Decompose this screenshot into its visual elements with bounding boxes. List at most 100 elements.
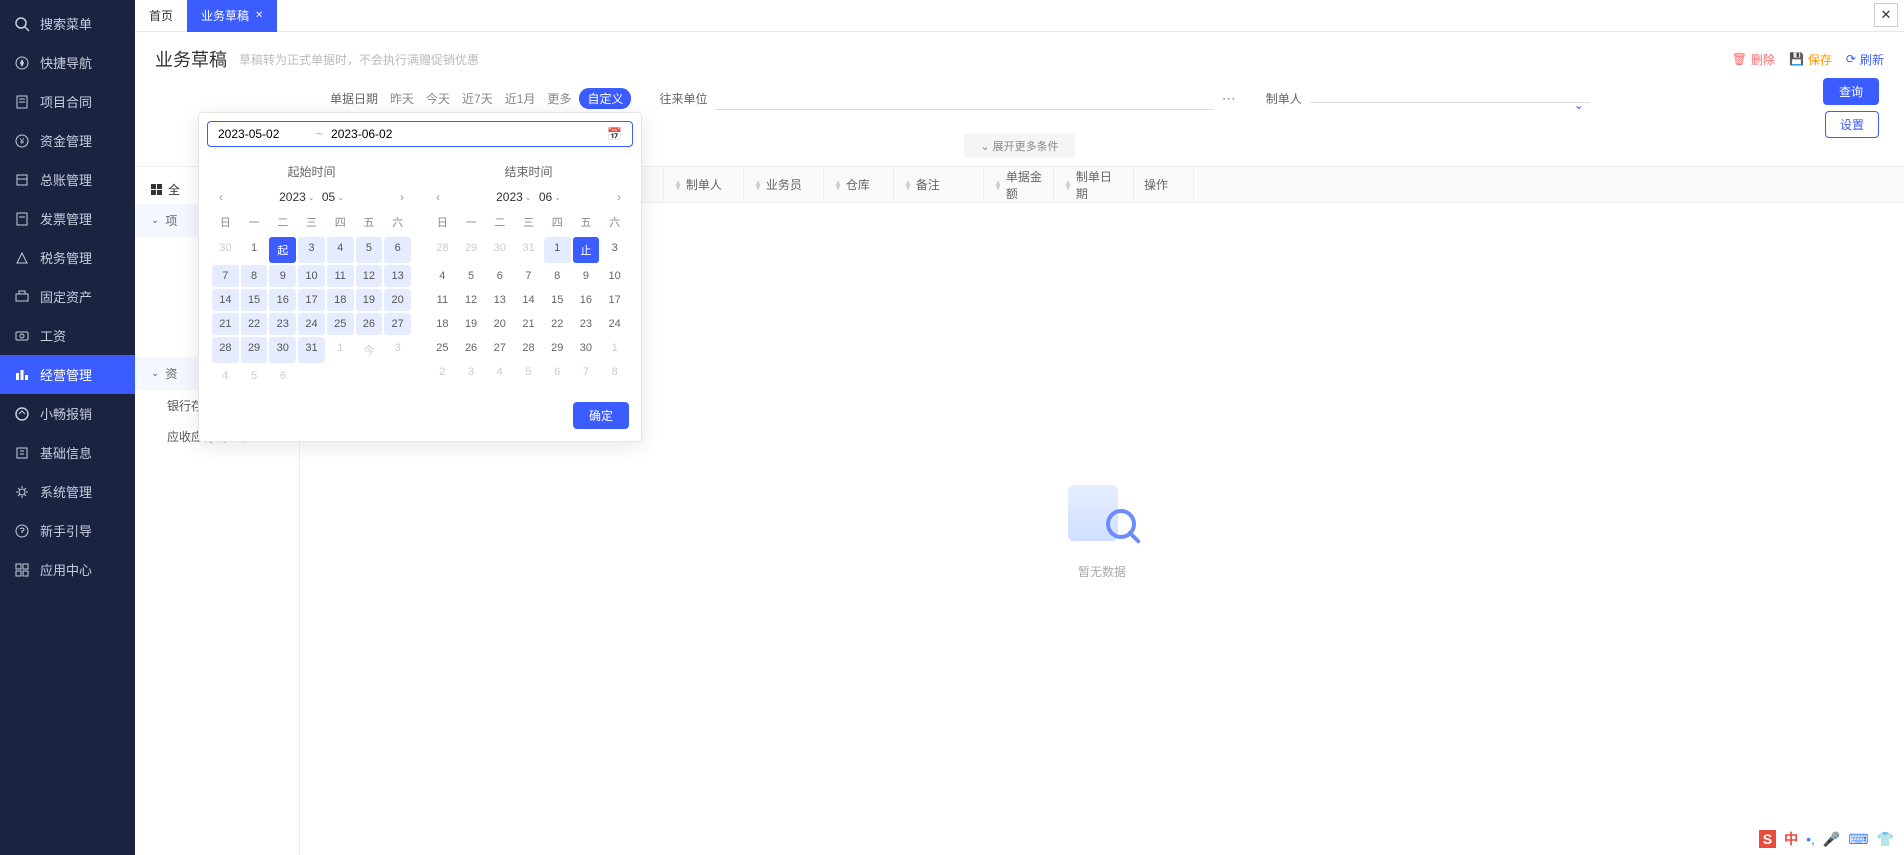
day-cell[interactable]: 15 — [544, 289, 571, 311]
day-cell[interactable]: 4 — [486, 361, 513, 383]
quick-date-自定义[interactable]: 自定义 — [579, 88, 631, 109]
day-cell[interactable]: 3 — [458, 361, 485, 383]
day-cell[interactable]: 22 — [241, 313, 268, 335]
partner-input[interactable] — [715, 86, 1213, 110]
tab-首页[interactable]: 首页 — [135, 0, 187, 32]
day-cell[interactable]: 29 — [241, 337, 268, 363]
sidebar-item-ledger[interactable]: 总账管理 — [0, 160, 135, 199]
sidebar-item-guide[interactable]: 新手引导 — [0, 511, 135, 550]
column-header[interactable]: ▲▼制单人 — [664, 167, 744, 202]
day-cell[interactable]: 4 — [212, 365, 239, 387]
day-cell[interactable]: 15 — [241, 289, 268, 311]
day-cell[interactable]: 29 — [544, 337, 571, 359]
delete-button[interactable]: 🗑 删除 — [1732, 51, 1775, 68]
sidebar-item-salary[interactable]: 工资 — [0, 316, 135, 355]
day-cell[interactable]: 6 — [544, 361, 571, 383]
day-cell[interactable]: 14 — [212, 289, 239, 311]
day-cell[interactable]: 24 — [298, 313, 325, 335]
day-cell[interactable]: 19 — [458, 313, 485, 335]
sidebar-item-apps[interactable]: 应用中心 — [0, 550, 135, 589]
search-button[interactable]: 查询 — [1823, 78, 1879, 105]
day-cell[interactable]: 20 — [486, 313, 513, 335]
end-date-input[interactable] — [331, 127, 421, 141]
day-cell[interactable]: 8 — [544, 265, 571, 287]
day-cell[interactable]: 10 — [298, 265, 325, 287]
day-cell[interactable]: 30 — [212, 237, 239, 263]
day-cell[interactable]: 26 — [458, 337, 485, 359]
sidebar-item-expense[interactable]: 小畅报销 — [0, 394, 135, 433]
quick-date-更多[interactable]: 更多 — [543, 88, 575, 109]
day-cell[interactable]: 6 — [269, 365, 296, 387]
date-confirm-button[interactable]: 确定 — [573, 402, 629, 429]
day-cell[interactable]: 28 — [429, 237, 456, 263]
day-cell[interactable]: 16 — [573, 289, 600, 311]
day-cell[interactable]: 25 — [429, 337, 456, 359]
next-month-button[interactable]: › — [613, 186, 625, 208]
refresh-button[interactable]: ⟳ 刷新 — [1846, 51, 1884, 68]
day-cell[interactable]: 今 — [356, 337, 383, 363]
day-cell[interactable]: 16 — [269, 289, 296, 311]
day-cell[interactable]: 4 — [327, 237, 354, 263]
quick-date-近1月[interactable]: 近1月 — [501, 88, 540, 109]
day-cell[interactable]: 27 — [384, 313, 411, 335]
prev-month-button[interactable]: ‹ — [432, 186, 444, 208]
day-cell[interactable]: 5 — [356, 237, 383, 263]
save-button[interactable]: 💾 保存 — [1789, 51, 1832, 68]
day-cell[interactable]: 1 — [327, 337, 354, 363]
day-cell[interactable]: 18 — [429, 313, 456, 335]
day-cell[interactable]: 12 — [458, 289, 485, 311]
day-cell[interactable]: 18 — [327, 289, 354, 311]
day-cell[interactable]: 30 — [269, 337, 296, 363]
sidebar-item-invoice[interactable]: 发票管理 — [0, 199, 135, 238]
day-cell[interactable]: 10 — [601, 265, 628, 287]
day-cell[interactable]: 24 — [601, 313, 628, 335]
day-cell[interactable]: 17 — [298, 289, 325, 311]
column-header[interactable]: ▲▼业务员 — [744, 167, 824, 202]
day-cell[interactable]: 26 — [356, 313, 383, 335]
day-cell[interactable]: 止 — [573, 237, 600, 263]
day-cell[interactable]: 6 — [486, 265, 513, 287]
day-cell[interactable]: 21 — [212, 313, 239, 335]
column-header[interactable]: ▲▼单据金额 — [984, 167, 1054, 202]
day-cell[interactable]: 5 — [515, 361, 542, 383]
window-close-button[interactable]: ✕ — [1874, 3, 1898, 27]
day-cell[interactable]: 9 — [573, 265, 600, 287]
settings-button[interactable]: 设置 — [1825, 111, 1879, 138]
day-cell[interactable]: 5 — [241, 365, 268, 387]
day-cell[interactable]: 3 — [384, 337, 411, 363]
prev-month-button[interactable]: ‹ — [215, 186, 227, 208]
day-cell[interactable]: 31 — [298, 337, 325, 363]
quick-date-昨天[interactable]: 昨天 — [386, 88, 418, 109]
sidebar-item-biz[interactable]: 经营管理 — [0, 355, 135, 394]
day-cell[interactable]: 12 — [356, 265, 383, 287]
day-cell[interactable]: 3 — [601, 237, 628, 263]
quick-date-近7天[interactable]: 近7天 — [458, 88, 497, 109]
ime-indicator[interactable]: S — [1759, 830, 1776, 848]
day-cell[interactable]: 23 — [573, 313, 600, 335]
keyboard-icon[interactable]: ⌨ — [1848, 831, 1868, 848]
creator-select[interactable]: ⌄ — [1310, 94, 1590, 103]
day-cell[interactable]: 9 — [269, 265, 296, 287]
day-cell[interactable]: 23 — [269, 313, 296, 335]
sidebar-item-money[interactable]: ¥资金管理 — [0, 121, 135, 160]
quick-date-今天[interactable]: 今天 — [422, 88, 454, 109]
day-cell[interactable]: 7 — [212, 265, 239, 287]
close-icon[interactable]: ✕ — [255, 10, 263, 21]
column-header[interactable]: ▲▼制单日期 — [1054, 167, 1134, 202]
ime-lang[interactable]: 中 — [1784, 829, 1798, 849]
day-cell[interactable]: 1 — [544, 237, 571, 263]
day-cell[interactable]: 21 — [515, 313, 542, 335]
partner-picker-button[interactable]: ⋯ — [1222, 90, 1238, 107]
day-cell[interactable]: 3 — [298, 237, 325, 263]
day-cell[interactable]: 28 — [212, 337, 239, 363]
sidebar-item-compass[interactable]: 快捷导航 — [0, 43, 135, 82]
day-cell[interactable]: 22 — [544, 313, 571, 335]
day-cell[interactable]: 19 — [356, 289, 383, 311]
tab-业务草稿[interactable]: 业务草稿✕ — [187, 0, 277, 32]
day-cell[interactable]: 31 — [515, 237, 542, 263]
expand-filters-button[interactable]: ⌄ 展开更多条件 — [964, 134, 1074, 158]
day-cell[interactable]: 5 — [458, 265, 485, 287]
day-cell[interactable]: 2 — [429, 361, 456, 383]
day-cell[interactable]: 7 — [515, 265, 542, 287]
day-cell[interactable]: 11 — [327, 265, 354, 287]
